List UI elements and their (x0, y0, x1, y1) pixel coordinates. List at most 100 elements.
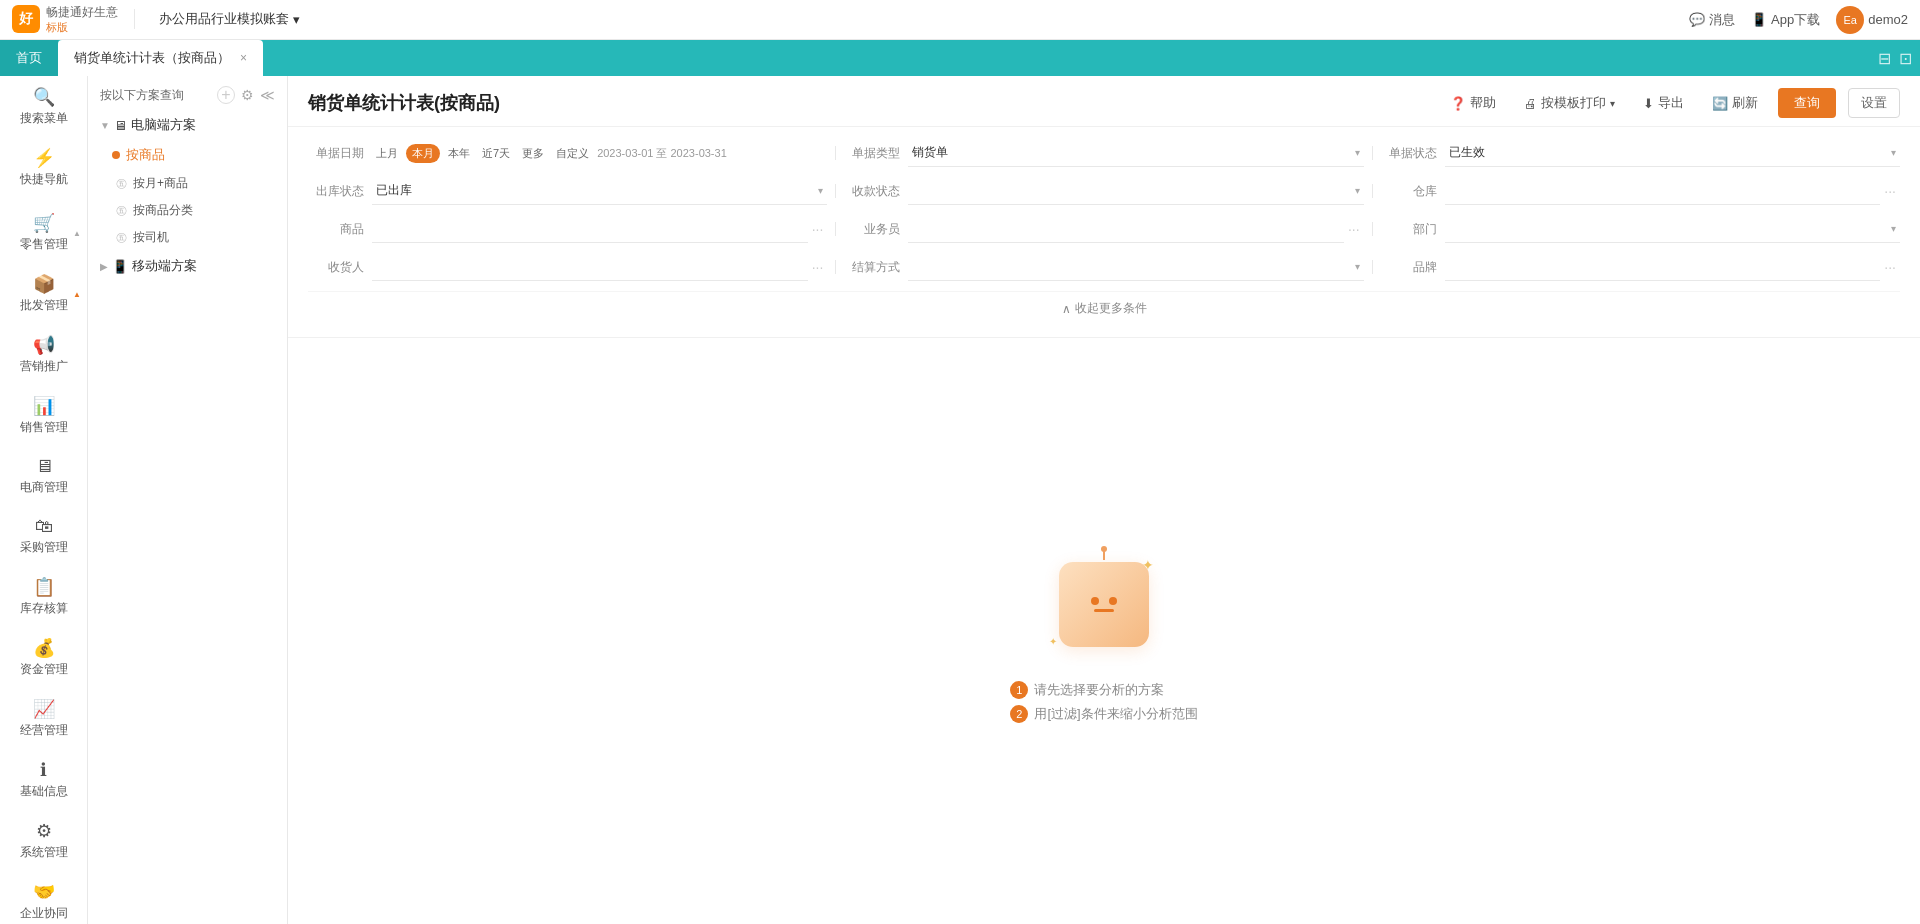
tab-active[interactable]: 销货单统计计表（按商品） × (58, 40, 263, 76)
receiver-input[interactable] (372, 253, 808, 281)
sidebar-item-marketing[interactable]: 📢 营销推广 (0, 324, 87, 385)
wholesale-icon: 📦 (33, 273, 55, 295)
sidebar-item-sales[interactable]: 📊 销售管理 (0, 385, 87, 446)
left-panel-header: 按以下方案查询 + ⚙ ≪ (88, 76, 287, 110)
query-btn[interactable]: 查询 (1778, 88, 1836, 118)
goods-input[interactable] (372, 215, 808, 243)
doc-status-label: 单据状态 (1381, 145, 1437, 162)
out-status-label: 出库状态 (308, 183, 364, 200)
app-download-btn[interactable]: 📱 App下载 (1751, 11, 1820, 29)
payment-select[interactable]: ▾ (908, 253, 1363, 281)
divider-v3 (835, 184, 836, 198)
sidebar-item-wholesale[interactable]: 📦 批发管理 ▲ (0, 263, 87, 324)
basic-info-icon: ℹ (40, 759, 47, 781)
staff-input[interactable] (908, 215, 1344, 243)
tree-parent-desktop[interactable]: ▼ 🖥 电脑端方案 (88, 110, 287, 140)
topbar-right: 💬 消息 📱 App下载 Ea demo2 (1689, 6, 1908, 34)
collect-status-select[interactable]: ▾ (908, 177, 1363, 205)
sidebar-item-quick-nav[interactable]: ⚡ 快捷导航 (0, 137, 87, 198)
goods-dots[interactable]: ··· (808, 221, 828, 237)
export-btn[interactable]: ⬇ 导出 (1635, 90, 1692, 116)
sidebar-item-inventory[interactable]: 📋 库存核算 (0, 566, 87, 627)
doc-status-select[interactable]: 已生效 ▾ (1445, 139, 1900, 167)
filter-warehouse: 仓库 ··· (1381, 177, 1900, 205)
system-icon: ⚙ (36, 820, 52, 842)
help-btn[interactable]: ❓ 帮助 (1442, 90, 1504, 116)
page-title: 销货单统计计表(按商品) (308, 91, 500, 115)
expand-btn[interactable]: ⊡ (1899, 49, 1912, 68)
dept-select[interactable]: ▾ (1445, 215, 1900, 243)
user-menu[interactable]: Ea demo2 (1836, 6, 1908, 34)
dept-caret: ▾ (1891, 223, 1896, 234)
sidebar-item-ecommerce[interactable]: 🖥 电商管理 (0, 446, 87, 506)
tree-parent-mobile[interactable]: ▶ 📱 移动端方案 (88, 251, 287, 281)
out-status-select[interactable]: 已出库 ▾ (372, 177, 827, 205)
filter-date: 单据日期 上月 本月 本年 近7天 更多 自定义 20 (308, 144, 827, 163)
empty-box (1059, 562, 1149, 647)
logo-text: 畅捷通好生意 标版 (46, 5, 118, 35)
filter-out-status: 出库状态 已出库 ▾ (308, 177, 827, 205)
sidebar-item-system[interactable]: ⚙ 系统管理 (0, 810, 87, 871)
minimize-btn[interactable]: ⊟ (1878, 49, 1891, 68)
sidebar-item-enterprise[interactable]: 🤝 企业协同 (0, 871, 87, 924)
receiver-dots[interactable]: ··· (808, 259, 828, 275)
refresh-btn[interactable]: 🔄 刷新 (1704, 90, 1766, 116)
sidebar-item-basic-info[interactable]: ℹ 基础信息 (0, 749, 87, 810)
doc-type-label: 单据类型 (844, 145, 900, 162)
empty-illustration: ✦ ✦ (1039, 539, 1169, 669)
tree-item-month-goods[interactable]: ㊄ 按月+商品 (96, 170, 287, 197)
sidebar-item-operations[interactable]: 📈 经营管理 (0, 688, 87, 749)
warehouse-input[interactable] (1445, 177, 1881, 205)
sparkle-icon: ✦ (1142, 557, 1154, 573)
date-more-btn[interactable]: 更多 (518, 144, 548, 163)
filter-row-3: 商品 ··· 业务员 ··· (308, 215, 1900, 243)
empty-icon-container: ✦ ✦ (1059, 562, 1149, 647)
date-quick-buttons: 上月 本月 本年 近7天 更多 自定义 (372, 144, 593, 163)
warehouse-dots[interactable]: ··· (1880, 183, 1900, 199)
sidebar-item-search[interactable]: 🔍 搜索菜单 (0, 76, 87, 137)
dept-label: 部门 (1381, 221, 1437, 238)
brand-dots[interactable]: ··· (1880, 259, 1900, 275)
tree-arrow-desktop: ▼ (100, 120, 110, 131)
tree-item-by-goods[interactable]: 按商品 (96, 140, 287, 170)
staff-control: ··· (908, 215, 1363, 243)
divider-v2 (1372, 146, 1373, 160)
tabbar: 首页 销货单统计计表（按商品） × ⊟ ⊡ (0, 40, 1920, 76)
step2-num: 2 (1010, 705, 1028, 723)
divider-v7 (835, 260, 836, 274)
app-selector[interactable]: 办公用品行业模拟账套 ▾ (151, 6, 308, 32)
date-current-month-btn[interactable]: 本月 (406, 144, 440, 163)
tab-close-icon[interactable]: × (240, 51, 247, 65)
date-prev-month-btn[interactable]: 上月 (372, 144, 402, 163)
doc-type-select[interactable]: 销货单 ▾ (908, 139, 1363, 167)
message-btn[interactable]: 💬 消息 (1689, 11, 1735, 29)
sidebar-item-finance[interactable]: 💰 资金管理 (0, 627, 87, 688)
sidebar-item-purchase[interactable]: 🛍 采购管理 (0, 506, 87, 566)
collapse-panel-btn[interactable]: ≪ (260, 87, 275, 103)
collapse-more-btn[interactable]: ∧ 收起更多条件 (308, 291, 1900, 325)
tree-item-goods-category[interactable]: ㊄ 按商品分类 (96, 197, 287, 224)
settings-btn[interactable]: 设置 (1848, 88, 1900, 118)
date-7days-btn[interactable]: 近7天 (478, 144, 514, 163)
staff-dots[interactable]: ··· (1344, 221, 1364, 237)
ecommerce-icon: 🖥 (35, 456, 53, 477)
brand-input[interactable] (1445, 253, 1881, 281)
sidebar-item-retail[interactable]: 🛒 零售管理 ▲ (0, 202, 87, 263)
download-icon: 📱 (1751, 12, 1767, 27)
sub-icon3: ㊄ (116, 230, 127, 245)
purchase-icon: 🛍 (35, 516, 53, 537)
left-panel-title: 按以下方案查询 (100, 87, 184, 104)
date-range: 2023-03-01 至 2023-03-31 (597, 146, 727, 161)
print-btn[interactable]: 🖨 按模板打印 ▾ (1516, 90, 1623, 116)
tab-home[interactable]: 首页 (0, 40, 58, 76)
settings-scheme-btn[interactable]: ⚙ (241, 87, 254, 103)
date-year-btn[interactable]: 本年 (444, 144, 474, 163)
divider-v1 (835, 146, 836, 160)
filter-doc-type: 单据类型 销货单 ▾ (844, 139, 1363, 167)
date-custom-btn[interactable]: 自定义 (552, 144, 593, 163)
tree-item-driver[interactable]: ㊄ 按司机 (96, 224, 287, 251)
add-scheme-btn[interactable]: + (217, 86, 235, 104)
mobile-icon: 📱 (112, 259, 128, 274)
empty-mouth (1094, 609, 1114, 612)
divider-v4 (1372, 184, 1373, 198)
